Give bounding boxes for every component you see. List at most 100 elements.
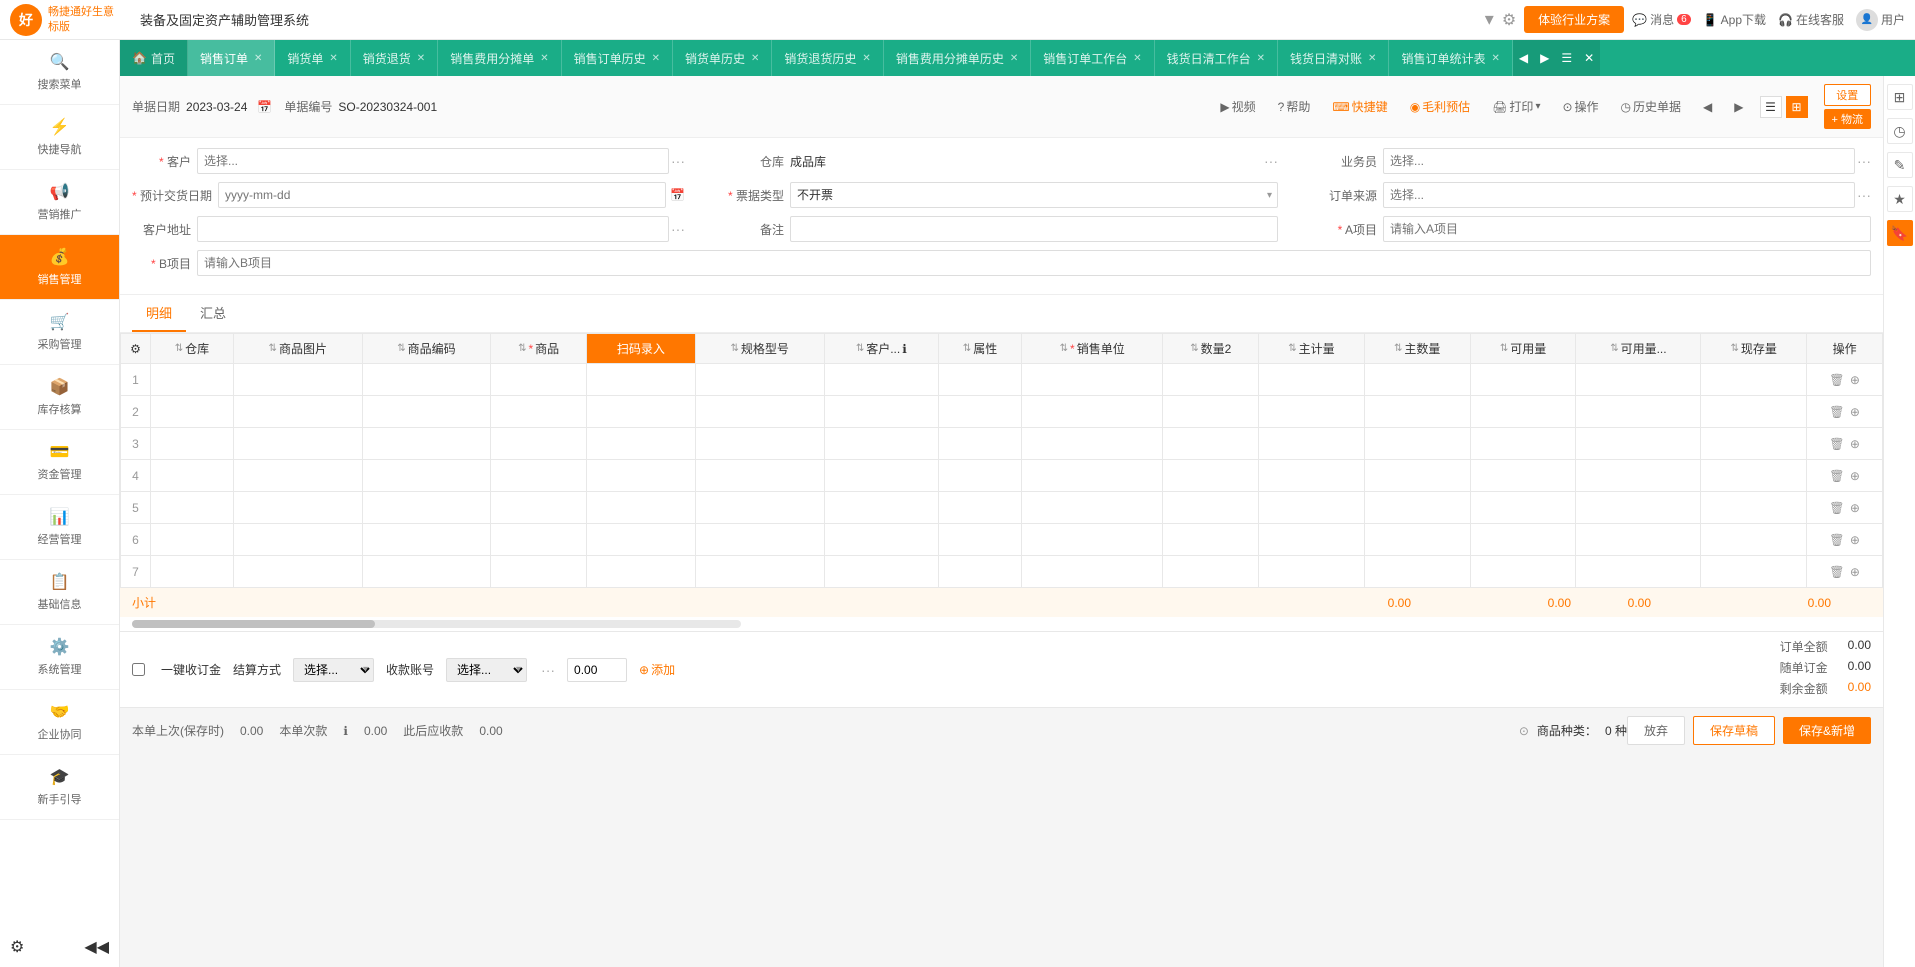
settings-btn[interactable]: 设置 (1824, 84, 1871, 106)
tab-summary[interactable]: 汇总 (186, 295, 240, 332)
cell-available-4[interactable] (1470, 460, 1576, 492)
cell-attr-3[interactable] (939, 428, 1022, 460)
tab-close-sales-invoice[interactable]: ✕ (329, 53, 337, 64)
cell-unit-3[interactable] (1021, 428, 1162, 460)
a-project-input[interactable] (1383, 216, 1871, 242)
tab-close-all-btn[interactable]: ✕ (1578, 40, 1600, 76)
cell-stock-6[interactable] (1701, 524, 1807, 556)
cell-attr-7[interactable] (939, 556, 1022, 588)
delete-row-3-icon[interactable]: 🗑 (1829, 437, 1844, 451)
cell-available-7[interactable] (1470, 556, 1576, 588)
order-source-dots-btn[interactable]: ··· (1857, 187, 1871, 203)
cell-main-qty-3[interactable] (1364, 428, 1470, 460)
tab-close-expense-history[interactable]: ✕ (1010, 53, 1018, 64)
customer-addr-input[interactable] (197, 216, 669, 242)
cell-available2-5[interactable] (1576, 492, 1701, 524)
quick-checkout-checkbox[interactable] (132, 663, 145, 676)
tab-expense-split[interactable]: 销售费用分摊单 ✕ (438, 40, 561, 76)
print-btn[interactable]: 🖨 打印 ▾ (1486, 96, 1546, 117)
cell-qty2-4[interactable] (1163, 460, 1259, 492)
cell-warehouse-2[interactable] (151, 396, 234, 428)
cell-warehouse-1[interactable] (151, 364, 234, 396)
list-layout-icon[interactable]: ☰ (1760, 96, 1782, 118)
tab-close-order-history[interactable]: ✕ (652, 53, 660, 64)
col-spec[interactable]: ⇅规格型号 (695, 334, 824, 364)
cell-main-qty-1[interactable] (1364, 364, 1470, 396)
delivery-cal-icon[interactable]: 📅 (670, 188, 685, 202)
tab-close-expense-split[interactable]: ✕ (540, 53, 548, 64)
online-service-item[interactable]: 🎧 在线客服 (1778, 11, 1844, 28)
cell-spec-3[interactable] (695, 428, 824, 460)
right-panel-bookmark-icon[interactable]: 🔖 (1887, 220, 1913, 246)
tab-expense-history[interactable]: 销售费用分摊单历史 ✕ (884, 40, 1031, 76)
sidebar-item-quick-nav[interactable]: ⚡ 快捷导航 (0, 105, 119, 170)
cell-available2-3[interactable] (1576, 428, 1701, 460)
sidebar-item-finance[interactable]: 💳 资金管理 (0, 430, 119, 495)
invoice-type-select[interactable]: 不开票 增值税专票 增值税普票 (790, 182, 1278, 208)
cell-available-5[interactable] (1470, 492, 1576, 524)
delete-row-1-icon[interactable]: 🗑 (1829, 373, 1844, 387)
cell-image-6[interactable] (233, 524, 362, 556)
cell-available-6[interactable] (1470, 524, 1576, 556)
cell-image-7[interactable] (233, 556, 362, 588)
bank-account-dots-btn[interactable]: ··· (541, 662, 555, 678)
col-product[interactable]: ⇅*商品 (491, 334, 587, 364)
col-available[interactable]: ⇅可用量 (1470, 334, 1576, 364)
dropdown-arrow[interactable]: ▾ (1485, 9, 1494, 30)
sidebar-item-operation[interactable]: 📊 经营管理 (0, 495, 119, 560)
cell-product-4[interactable] (491, 460, 587, 492)
cell-spec-4[interactable] (695, 460, 824, 492)
cell-attr-5[interactable] (939, 492, 1022, 524)
col-settings[interactable]: ⚙ (121, 334, 151, 364)
cell-scan-6[interactable] (586, 524, 695, 556)
salesperson-dots-btn[interactable]: ··· (1857, 153, 1871, 169)
sidebar-item-sales[interactable]: 💰 销售管理 (0, 235, 119, 300)
delete-row-6-icon[interactable]: 🗑 (1829, 533, 1844, 547)
cell-product-1[interactable] (491, 364, 587, 396)
save-new-btn[interactable]: 保存&新增 (1783, 717, 1871, 744)
cell-main-qty-7[interactable] (1364, 556, 1470, 588)
cell-main-unit-7[interactable] (1259, 556, 1365, 588)
tab-cash-workbench[interactable]: 钱货日清工作台 ✕ (1155, 40, 1278, 76)
right-panel-star-icon[interactable]: ★ (1887, 186, 1913, 212)
bank-account-select[interactable]: 选择... (446, 658, 527, 682)
nav-next-icon[interactable]: ▶ (1728, 98, 1749, 116)
cell-qty2-3[interactable] (1163, 428, 1259, 460)
cell-unit-1[interactable] (1021, 364, 1162, 396)
sidebar-item-base-info[interactable]: 📋 基础信息 (0, 560, 119, 625)
cell-available2-2[interactable] (1576, 396, 1701, 428)
message-icon-item[interactable]: 💬 消息 6 (1632, 11, 1691, 28)
cell-warehouse-3[interactable] (151, 428, 234, 460)
copy-row-5-icon[interactable]: ⊕ (1850, 501, 1860, 515)
cell-qty2-5[interactable] (1163, 492, 1259, 524)
delivery-date-input[interactable] (218, 182, 666, 208)
col-sku[interactable]: ⇅商品编码 (362, 334, 491, 364)
cell-customer-code-3[interactable] (824, 428, 939, 460)
cell-qty2-2[interactable] (1163, 396, 1259, 428)
col-main-unit[interactable]: ⇅主计量 (1259, 334, 1365, 364)
cell-product-6[interactable] (491, 524, 587, 556)
cell-customer-code-6[interactable] (824, 524, 939, 556)
cell-unit-7[interactable] (1021, 556, 1162, 588)
user-item[interactable]: 👤 用户 (1856, 9, 1905, 31)
cell-image-5[interactable] (233, 492, 362, 524)
tab-invoice-history[interactable]: 销货单历史 ✕ (673, 40, 772, 76)
cell-spec-6[interactable] (695, 524, 824, 556)
operation-btn[interactable]: ⊙ 操作 (1556, 96, 1604, 117)
copy-row-7-icon[interactable]: ⊕ (1850, 565, 1860, 579)
cell-image-3[interactable] (233, 428, 362, 460)
tab-sales-return[interactable]: 销货退货 ✕ (351, 40, 438, 76)
cell-scan-5[interactable] (586, 492, 695, 524)
profit-btn[interactable]: ◉ 毛利预估 (1404, 96, 1477, 117)
cell-spec-7[interactable] (695, 556, 824, 588)
cell-sku-6[interactable] (362, 524, 491, 556)
cell-spec-1[interactable] (695, 364, 824, 396)
copy-row-4-icon[interactable]: ⊕ (1850, 469, 1860, 483)
sidebar-item-purchase[interactable]: 🛒 采购管理 (0, 300, 119, 365)
cell-scan-2[interactable] (586, 396, 695, 428)
help-btn[interactable]: ? 帮助 (1272, 96, 1317, 117)
salesperson-input[interactable] (1383, 148, 1855, 174)
remarks-input[interactable] (790, 216, 1278, 242)
copy-row-1-icon[interactable]: ⊕ (1850, 373, 1860, 387)
cell-unit-5[interactable] (1021, 492, 1162, 524)
